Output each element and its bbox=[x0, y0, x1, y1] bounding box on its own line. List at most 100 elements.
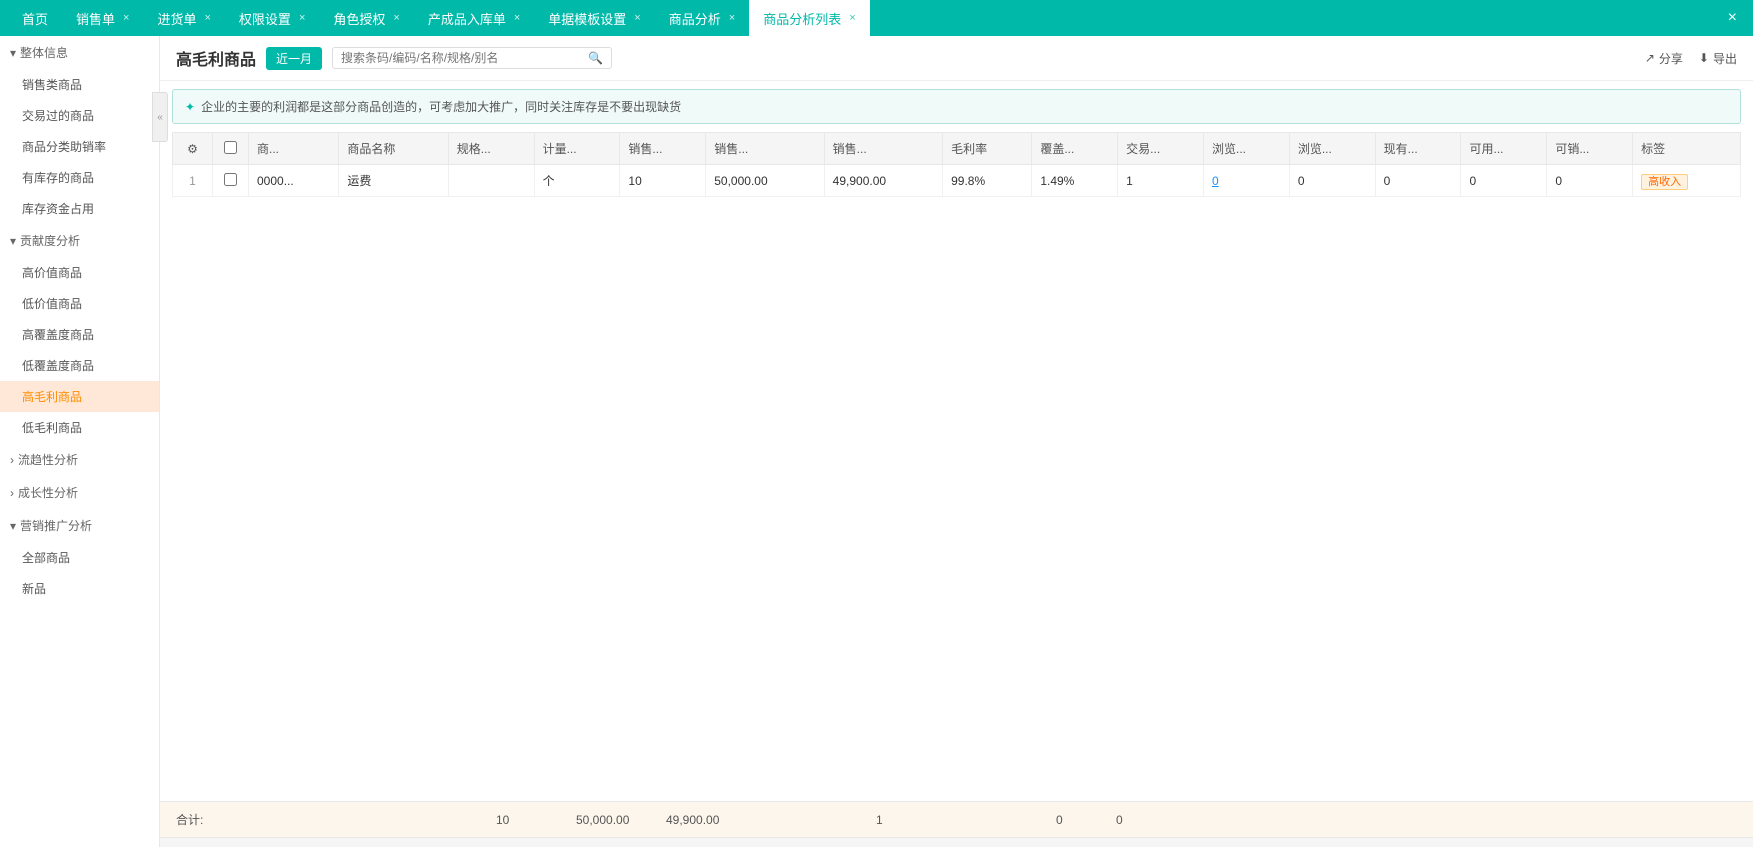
export-button[interactable]: ⬇ 导出 bbox=[1699, 50, 1737, 67]
nav-close-template[interactable]: × bbox=[634, 12, 640, 24]
nav-close-inbound[interactable]: × bbox=[514, 12, 520, 24]
col-checkbox[interactable] bbox=[213, 133, 249, 165]
nav-permission-settings[interactable]: 权限设置 × bbox=[225, 0, 319, 36]
row-unit: 个 bbox=[534, 165, 620, 197]
col-sales-amount: 销售... bbox=[706, 133, 824, 165]
row-checkbox[interactable] bbox=[213, 165, 249, 197]
row-saleable: 0 bbox=[1547, 165, 1633, 197]
share-button[interactable]: ↗ 分享 bbox=[1645, 50, 1683, 67]
sidebar-item-low-value[interactable]: 低价值商品 bbox=[0, 288, 159, 319]
chevron-down-icon: ▾ bbox=[10, 46, 16, 60]
row-num: 1 bbox=[173, 165, 213, 197]
nav-sales-order[interactable]: 销售单 × bbox=[62, 0, 143, 36]
sidebar-item-high-coverage[interactable]: 高覆盖度商品 bbox=[0, 319, 159, 350]
sidebar-group-overall[interactable]: ▾ 整体信息 bbox=[0, 36, 159, 69]
sidebar-group-trend[interactable]: › 流趋性分析 bbox=[0, 443, 159, 476]
nav-close-permission[interactable]: × bbox=[299, 12, 305, 24]
row-current-stock: 0 bbox=[1375, 165, 1461, 197]
row-trade: 1 bbox=[1118, 165, 1204, 197]
col-sales-profit: 销售... bbox=[824, 133, 942, 165]
row-browse1[interactable]: 0 bbox=[1204, 165, 1290, 197]
footer-totals: 合计: 10 50,000.00 49,900.00 1 0 0 bbox=[160, 801, 1753, 837]
nav-close-analysis-list[interactable]: × bbox=[849, 12, 855, 24]
time-filter-button[interactable]: 近一月 bbox=[266, 47, 322, 70]
sidebar-group-overall-items: 销售类商品 交易过的商品 商品分类助销率 有库存的商品 库存资金占用 bbox=[0, 69, 159, 224]
sidebar-item-low-coverage[interactable]: 低覆盖度商品 bbox=[0, 350, 159, 381]
nav-template-settings[interactable]: 单据模板设置 × bbox=[534, 0, 654, 36]
search-box[interactable]: 🔍 bbox=[332, 47, 612, 69]
nav-role-auth[interactable]: 角色授权 × bbox=[319, 0, 413, 36]
row-name: 运费 bbox=[339, 165, 448, 197]
nav-purchase-order[interactable]: 进货单 × bbox=[143, 0, 224, 36]
page-title: 高毛利商品 bbox=[176, 46, 256, 70]
col-gross-rate: 毛利率 bbox=[943, 133, 1032, 165]
select-all-checkbox[interactable] bbox=[224, 141, 237, 154]
info-icon: ✦ bbox=[185, 100, 195, 114]
sidebar-item-sales-goods[interactable]: 销售类商品 bbox=[0, 69, 159, 100]
search-input[interactable] bbox=[341, 51, 583, 65]
chevron-down-icon-3: ▾ bbox=[10, 519, 16, 533]
table-row: 1 0000... 运费 个 10 50,000.00 49,900.00 99… bbox=[173, 165, 1741, 197]
footer-values: 10 50,000.00 49,900.00 1 0 0 bbox=[236, 813, 1737, 827]
sidebar-group-contribution-items: 高价值商品 低价值商品 高覆盖度商品 低覆盖度商品 高毛利商品 低毛利商品 bbox=[0, 257, 159, 443]
col-current-stock: 现有... bbox=[1375, 133, 1461, 165]
nav-close-role[interactable]: × bbox=[393, 12, 399, 24]
share-icon: ↗ bbox=[1645, 51, 1655, 65]
search-icon[interactable]: 🔍 bbox=[588, 51, 603, 65]
row-sales-qty: 10 bbox=[620, 165, 706, 197]
row-browse2: 0 bbox=[1289, 165, 1375, 197]
sidebar-item-high-value[interactable]: 高价值商品 bbox=[0, 257, 159, 288]
export-icon: ⬇ bbox=[1699, 51, 1709, 65]
row-code: 0000... bbox=[249, 165, 339, 197]
sidebar-item-inventory-capital[interactable]: 库存资金占用 bbox=[0, 193, 159, 224]
nav-close-sales[interactable]: × bbox=[123, 12, 129, 24]
sidebar-item-category-assist-rate[interactable]: 商品分类助销率 bbox=[0, 131, 159, 162]
header-actions: ↗ 分享 ⬇ 导出 bbox=[1645, 50, 1737, 67]
horizontal-scrollbar[interactable] bbox=[160, 837, 1753, 847]
sidebar: ▾ 整体信息 销售类商品 交易过的商品 商品分类助销率 有库存的商品 库存资金占… bbox=[0, 36, 160, 847]
sidebar-group-marketing[interactable]: ▾ 营销推广分析 bbox=[0, 509, 159, 542]
footer-sales-profit: 49,900.00 bbox=[658, 813, 748, 827]
col-trade: 交易... bbox=[1118, 133, 1204, 165]
sidebar-item-low-margin[interactable]: 低毛利商品 bbox=[0, 412, 159, 443]
nav-close-analysis[interactable]: × bbox=[729, 12, 735, 24]
sidebar-group-contribution[interactable]: ▾ 贡献度分析 bbox=[0, 224, 159, 257]
footer-current-stock: 0 bbox=[1048, 813, 1108, 827]
row-tag: 高收入 bbox=[1633, 165, 1741, 197]
col-name: 商品名称 bbox=[339, 133, 448, 165]
nav-product-inbound[interactable]: 产成品入库单 × bbox=[414, 0, 534, 36]
col-unit: 计量... bbox=[534, 133, 620, 165]
footer-sales-qty: 10 bbox=[488, 813, 568, 827]
sidebar-group-marketing-items: 全部商品 新品 bbox=[0, 542, 159, 604]
sidebar-item-stock-goods[interactable]: 有库存的商品 bbox=[0, 162, 159, 193]
col-coverage: 覆盖... bbox=[1032, 133, 1118, 165]
nav-close-purchase[interactable]: × bbox=[204, 12, 210, 24]
nav-product-analysis-list[interactable]: 商品分析列表 × bbox=[749, 0, 869, 36]
col-spec: 规格... bbox=[448, 133, 534, 165]
nav-product-analysis[interactable]: 商品分析 × bbox=[655, 0, 749, 36]
col-browse1: 浏览... bbox=[1204, 133, 1290, 165]
row-available: 0 bbox=[1461, 165, 1547, 197]
close-all-button[interactable]: × bbox=[1720, 5, 1745, 31]
row-gross-rate: 99.8% bbox=[943, 165, 1032, 197]
col-code: 商... bbox=[249, 133, 339, 165]
col-settings[interactable]: ⚙ bbox=[173, 133, 213, 165]
chevron-right-icon-2: › bbox=[10, 486, 14, 500]
data-table: ⚙ 商... 商品名称 规格... 计量... 销售... 销售... 销售..… bbox=[172, 132, 1741, 197]
sidebar-item-high-margin[interactable]: 高毛利商品 bbox=[0, 381, 159, 412]
chevron-right-icon: › bbox=[10, 453, 14, 467]
chevron-down-icon-2: ▾ bbox=[10, 234, 16, 248]
sidebar-collapse-button[interactable]: « bbox=[152, 92, 168, 142]
data-table-container: ⚙ 商... 商品名称 规格... 计量... 销售... 销售... 销售..… bbox=[172, 132, 1741, 801]
row-spec bbox=[448, 165, 534, 197]
top-navigation: 首页 销售单 × 进货单 × 权限设置 × 角色授权 × 产成品入库单 × 单据… bbox=[0, 0, 1753, 36]
sidebar-item-all-goods[interactable]: 全部商品 bbox=[0, 542, 159, 573]
sidebar-item-traded-goods[interactable]: 交易过的商品 bbox=[0, 100, 159, 131]
nav-home[interactable]: 首页 bbox=[8, 0, 62, 36]
info-banner: ✦ 企业的主要的利润都是这部分商品创造的，可考虑加大推广，同时关注库存是不要出现… bbox=[172, 89, 1741, 124]
sidebar-item-new-products[interactable]: 新品 bbox=[0, 573, 159, 604]
content-header: 高毛利商品 近一月 🔍 ↗ 分享 ⬇ 导出 bbox=[160, 36, 1753, 81]
sidebar-group-growth[interactable]: › 成长性分析 bbox=[0, 476, 159, 509]
footer-available: 0 bbox=[1108, 813, 1168, 827]
row-sales-profit: 49,900.00 bbox=[824, 165, 942, 197]
